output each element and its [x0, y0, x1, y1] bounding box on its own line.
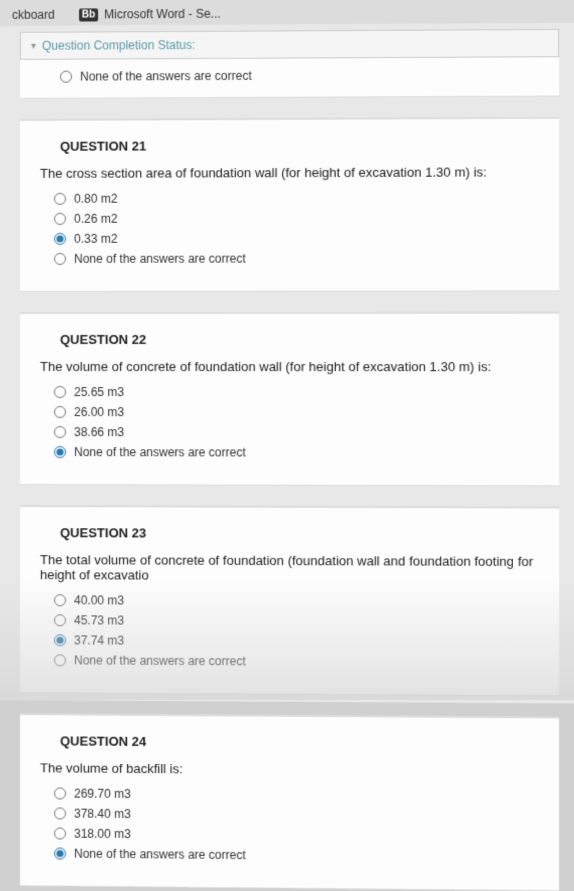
option-label: 45.73 m3 — [74, 613, 124, 627]
radio-option[interactable] — [54, 614, 66, 626]
radio-option[interactable] — [54, 386, 66, 398]
option-label: 38.66 m3 — [74, 425, 124, 439]
option-row: 0.80 m2 — [40, 187, 539, 208]
status-label: Question Completion Status: — [42, 38, 195, 53]
question-title: QUESTION 22 — [60, 332, 539, 347]
tab-word[interactable]: Bb Microsoft Word - Se... — [67, 3, 233, 26]
question-title: QUESTION 21 — [60, 137, 539, 154]
tab-blackboard[interactable]: ckboard — [0, 4, 67, 26]
option-row: 37.74 m3 — [40, 630, 539, 653]
question-title: QUESTION 23 — [60, 525, 539, 542]
option-row: 45.73 m3 — [40, 610, 539, 632]
question-block: QUESTION 23 The total volume of concrete … — [20, 505, 559, 696]
orphan-option-row: None of the answers are correct — [20, 57, 559, 99]
option-row: 0.26 m2 — [40, 208, 539, 229]
radio-option[interactable] — [54, 807, 66, 819]
option-label: 318.00 m3 — [74, 827, 131, 842]
question-text: The cross section area of foundation wal… — [40, 164, 539, 181]
option-row: None of the answers are correct — [40, 843, 539, 867]
question-text: The volume of concrete of foundation wal… — [40, 359, 539, 374]
option-row: 0.33 m2 — [40, 228, 539, 249]
option-row: 40.00 m3 — [40, 590, 539, 612]
option-row: None of the answers are correct — [40, 442, 539, 463]
content-area: None of the answers are correct QUESTION… — [0, 57, 574, 891]
option-label: 26.00 m3 — [74, 405, 124, 419]
option-label: 0.26 m2 — [74, 212, 117, 226]
option-label: 37.74 m3 — [74, 633, 124, 647]
option-label: 25.65 m3 — [74, 385, 124, 399]
radio-option[interactable] — [54, 827, 66, 839]
option-row: 38.66 m3 — [40, 422, 539, 443]
option-row: 25.65 m3 — [40, 382, 539, 402]
option-label: 378.40 m3 — [74, 807, 131, 821]
radio-option[interactable] — [60, 71, 72, 83]
option-label: 0.33 m2 — [74, 232, 117, 246]
option-row: 26.00 m3 — [40, 402, 539, 423]
option-label: 40.00 m3 — [74, 593, 124, 607]
tab-label: Microsoft Word - Se... — [104, 7, 220, 22]
question-text: The total volume of concrete of foundati… — [40, 552, 539, 584]
option-label: 0.80 m2 — [74, 192, 117, 206]
option-row: None of the answers are correct — [40, 248, 539, 269]
radio-option[interactable] — [54, 253, 66, 265]
question-block: QUESTION 22 The volume of concrete of fou… — [20, 312, 559, 487]
question-text: The volume of backfill is: — [40, 760, 539, 779]
option-label: None of the answers are correct — [74, 653, 246, 668]
radio-option[interactable] — [54, 594, 66, 606]
radio-option[interactable] — [54, 406, 66, 418]
tab-label: ckboard — [12, 8, 55, 22]
option-label: None of the answers are correct — [80, 69, 252, 84]
radio-option[interactable] — [54, 233, 66, 245]
browser-tabs: ckboard Bb Microsoft Word - Se... — [0, 0, 574, 26]
radio-option[interactable] — [54, 847, 66, 859]
chevron-down-icon: ▾ — [31, 40, 36, 51]
radio-option[interactable] — [54, 654, 66, 666]
radio-option[interactable] — [54, 213, 66, 225]
option-row: None of the answers are correct — [40, 650, 539, 673]
option-label: None of the answers are correct — [74, 445, 246, 459]
option-label: None of the answers are correct — [74, 252, 246, 266]
radio-option[interactable] — [54, 426, 66, 438]
option-label: 269.70 m3 — [74, 787, 131, 801]
question-block: QUESTION 24 The volume of backfill is: 269… — [20, 713, 559, 891]
completion-status-bar[interactable]: ▾ Question Completion Status: — [20, 29, 559, 60]
bb-icon: Bb — [79, 8, 98, 21]
radio-option[interactable] — [54, 446, 66, 458]
question-title: QUESTION 24 — [60, 733, 539, 751]
option-label: None of the answers are correct — [74, 847, 246, 863]
question-block: QUESTION 21 The cross section area of fou… — [20, 117, 559, 292]
radio-option[interactable] — [54, 193, 66, 205]
radio-option[interactable] — [54, 787, 66, 799]
radio-option[interactable] — [54, 634, 66, 646]
